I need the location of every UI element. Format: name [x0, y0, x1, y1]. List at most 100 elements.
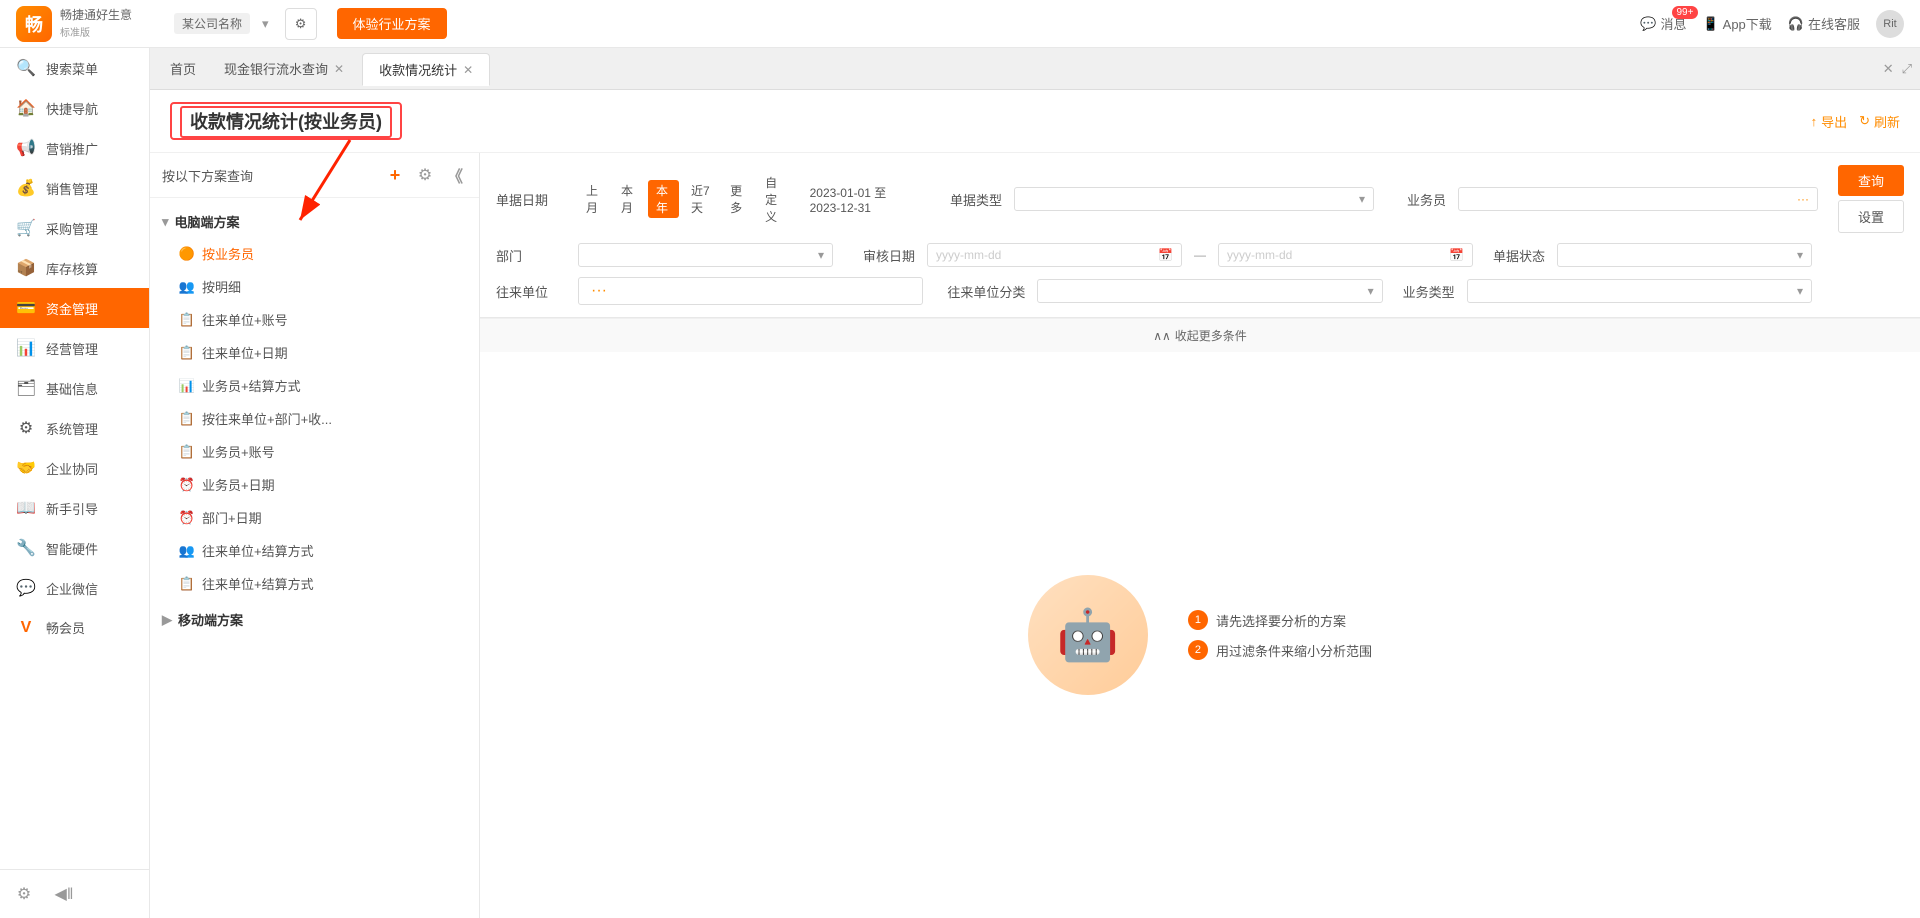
settings-btn[interactable]: 设置 — [1838, 200, 1904, 233]
date-tab-this-year[interactable]: 本年 — [648, 180, 679, 218]
tree-item-unit-settlement2[interactable]: 📋 往来单位+结算方式 — [150, 567, 479, 600]
partner-category-select[interactable]: ▾ — [1037, 279, 1382, 303]
tree-item-unit-account[interactable]: 📋 往来单位+账号 — [150, 303, 479, 336]
date-tab-this-month[interactable]: 本月 — [613, 180, 644, 218]
user-avatar[interactable]: Rit — [1876, 10, 1904, 38]
tree-item-by-salesperson[interactable]: 🟠 按业务员 — [150, 237, 479, 270]
sidebar-label-wechat: 企业微信 — [46, 579, 98, 598]
salesperson-select[interactable]: ··· — [1458, 187, 1818, 211]
sidebar-item-wechat[interactable]: 💬 企业微信 — [0, 568, 149, 608]
sidebar-item-search[interactable]: 🔍 搜索菜单 — [0, 48, 149, 88]
date-tabs: 上月 本月 本年 近7天 更多 自定义 — [578, 172, 796, 227]
tree-item-unit-dept-label: 按往来单位+部门+收... — [202, 409, 332, 428]
sidebar-label-guide: 新手引导 — [46, 499, 98, 518]
partner-select[interactable]: ··· — [578, 277, 923, 305]
calendar-start-icon: 📅 — [1158, 248, 1173, 262]
panel-header-actions: + ⚙ 《 — [383, 163, 467, 187]
tree-item-salesperson-date[interactable]: ⏰ 业务员+日期 — [150, 468, 479, 501]
tree-group-mobile[interactable]: ▶ 移动端方案 — [150, 604, 479, 635]
sidebar-item-member[interactable]: V 畅会员 — [0, 608, 149, 647]
tree-item-salesperson-account-label: 业务员+账号 — [202, 442, 275, 461]
biz-type-select[interactable]: ▾ — [1467, 279, 1812, 303]
panel-add-btn[interactable]: + — [383, 163, 407, 187]
app-logo: 畅 — [16, 6, 52, 42]
date-tab-more[interactable]: 更多 — [722, 180, 753, 218]
query-btn[interactable]: 查询 — [1838, 165, 1904, 196]
doc-status-select[interactable]: ▾ — [1557, 243, 1812, 267]
date-label: 单据日期 — [496, 190, 566, 209]
tab-bank-flow-close[interactable]: ✕ — [334, 62, 344, 76]
sidebar-item-hardware[interactable]: 🔧 智能硬件 — [0, 528, 149, 568]
filter-area: 单据日期 上月 本月 本年 近7天 更多 自定义 2023-01-01 至 20… — [480, 153, 1920, 318]
tree-item-by-detail[interactable]: 👥 按明细 — [150, 270, 479, 303]
unit-date-icon: 📋 — [178, 345, 196, 361]
sidebar-label-operations: 经营管理 — [46, 339, 98, 358]
logo-area: 畅 畅捷通好生意 标准版 — [16, 6, 166, 42]
nav-dropdown-icon[interactable]: ▾ — [262, 16, 269, 32]
doc-type-select[interactable]: ▾ — [1014, 187, 1374, 211]
operations-icon: 📊 — [16, 338, 36, 358]
home-icon: 🏠 — [16, 98, 36, 118]
date-tab-custom[interactable]: 自定义 — [757, 172, 795, 227]
tab-receipt-stats[interactable]: 收款情况统计 ✕ — [362, 53, 490, 86]
date-tab-last-month[interactable]: 上月 — [578, 180, 609, 218]
empty-tip-2-text: 用过滤条件来缩小分析范围 — [1216, 641, 1372, 660]
basic-icon: 🗂 — [16, 378, 36, 398]
sidebar-item-basic[interactable]: 🗂 基础信息 — [0, 368, 149, 408]
tree-item-unit-dept-receipt[interactable]: 📋 按往来单位+部门+收... — [150, 402, 479, 435]
sidebar-item-quick-nav[interactable]: 🏠 快捷导航 — [0, 88, 149, 128]
export-btn[interactable]: ↑ 导出 — [1811, 112, 1848, 131]
tab-bank-flow[interactable]: 现金银行流水查询 ✕ — [208, 53, 360, 84]
trial-button[interactable]: 体验行业方案 — [337, 8, 447, 39]
review-date-start[interactable]: yyyy-mm-dd 📅 — [927, 243, 1182, 267]
tab-home[interactable]: 首页 — [158, 53, 208, 84]
messages-btn[interactable]: 💬 消息 99+ — [1640, 14, 1686, 33]
salesperson-account-icon: 📋 — [178, 444, 196, 460]
review-date-end[interactable]: yyyy-mm-dd 📅 — [1218, 243, 1473, 267]
refresh-btn[interactable]: ↻ 刷新 — [1859, 112, 1900, 131]
sidebar-item-purchase[interactable]: 🛒 采购管理 — [0, 208, 149, 248]
window-close-btn[interactable]: ✕ — [1883, 61, 1894, 77]
tree-item-salesperson-account[interactable]: 📋 业务员+账号 — [150, 435, 479, 468]
sidebar-item-sales[interactable]: 💰 销售管理 — [0, 168, 149, 208]
nav-path[interactable]: 某公司名称 — [174, 13, 250, 34]
salesperson-icon: 🟠 — [178, 246, 196, 262]
sidebar-item-marketing[interactable]: 📢 营销推广 — [0, 128, 149, 168]
tab-receipt-stats-close[interactable]: ✕ — [463, 63, 473, 77]
sidebar-label-quick-nav: 快捷导航 — [46, 99, 98, 118]
tree-item-unit-date[interactable]: 📋 往来单位+日期 — [150, 336, 479, 369]
tree-section: ▾ 电脑端方案 🟠 按业务员 👥 按明细 📋 往来单位+账号 — [150, 198, 479, 643]
sidebar-item-operations[interactable]: 📊 经营管理 — [0, 328, 149, 368]
header-settings-btn[interactable]: ⚙ — [285, 8, 317, 40]
biz-type-arrow-icon: ▾ — [1797, 284, 1803, 298]
date-tab-last7days[interactable]: 近7天 — [683, 180, 718, 218]
tree-group-desktop[interactable]: ▾ 电脑端方案 — [150, 206, 479, 237]
online-service-btn[interactable]: 🎧 在线客服 — [1788, 14, 1860, 33]
sidebar-item-finance[interactable]: 💳 资金管理 — [0, 288, 149, 328]
panel-collapse-btn[interactable]: 《 — [443, 163, 467, 187]
page-actions: ↑ 导出 ↻ 刷新 — [1811, 112, 1900, 131]
panel-settings-btn[interactable]: ⚙ — [413, 163, 437, 187]
partner-more-icon[interactable]: ··· — [591, 282, 607, 300]
salesperson-arrow-icon: ··· — [1797, 192, 1809, 206]
system-icon: ⚙ — [16, 418, 36, 438]
sidebar-settings-btn[interactable]: ⚙ — [8, 878, 40, 910]
app-download-btn[interactable]: 📱 App下载 — [1702, 14, 1771, 33]
doc-status-arrow-icon: ▾ — [1797, 248, 1803, 262]
tree-item-unit-settlement1[interactable]: 👥 往来单位+结算方式 — [150, 534, 479, 567]
filter-collapse-btn[interactable]: ∧∧ 收起更多条件 — [480, 318, 1920, 352]
sidebar-label-member: 畅会员 — [46, 618, 85, 637]
dept-select[interactable]: ▾ — [578, 243, 833, 267]
tree-item-dept-date[interactable]: ⏰ 部门+日期 — [150, 501, 479, 534]
sidebar-item-inventory[interactable]: 📦 库存核算 — [0, 248, 149, 288]
dept-arrow-icon: ▾ — [818, 248, 824, 262]
window-maximize-btn[interactable]: ⤢ — [1902, 61, 1912, 77]
sidebar-label-marketing: 营销推广 — [46, 139, 98, 158]
tree-item-salesperson-settlement[interactable]: 📊 业务员+结算方式 — [150, 369, 479, 402]
sidebar-label-hardware: 智能硬件 — [46, 539, 98, 558]
tree-item-detail-label: 按明细 — [202, 277, 241, 296]
sidebar-item-guide[interactable]: 📖 新手引导 — [0, 488, 149, 528]
sidebar-collapse-btn[interactable]: ◀‖ — [48, 878, 80, 910]
sidebar-item-system[interactable]: ⚙ 系统管理 — [0, 408, 149, 448]
sidebar-item-enterprise[interactable]: 🤝 企业协同 — [0, 448, 149, 488]
